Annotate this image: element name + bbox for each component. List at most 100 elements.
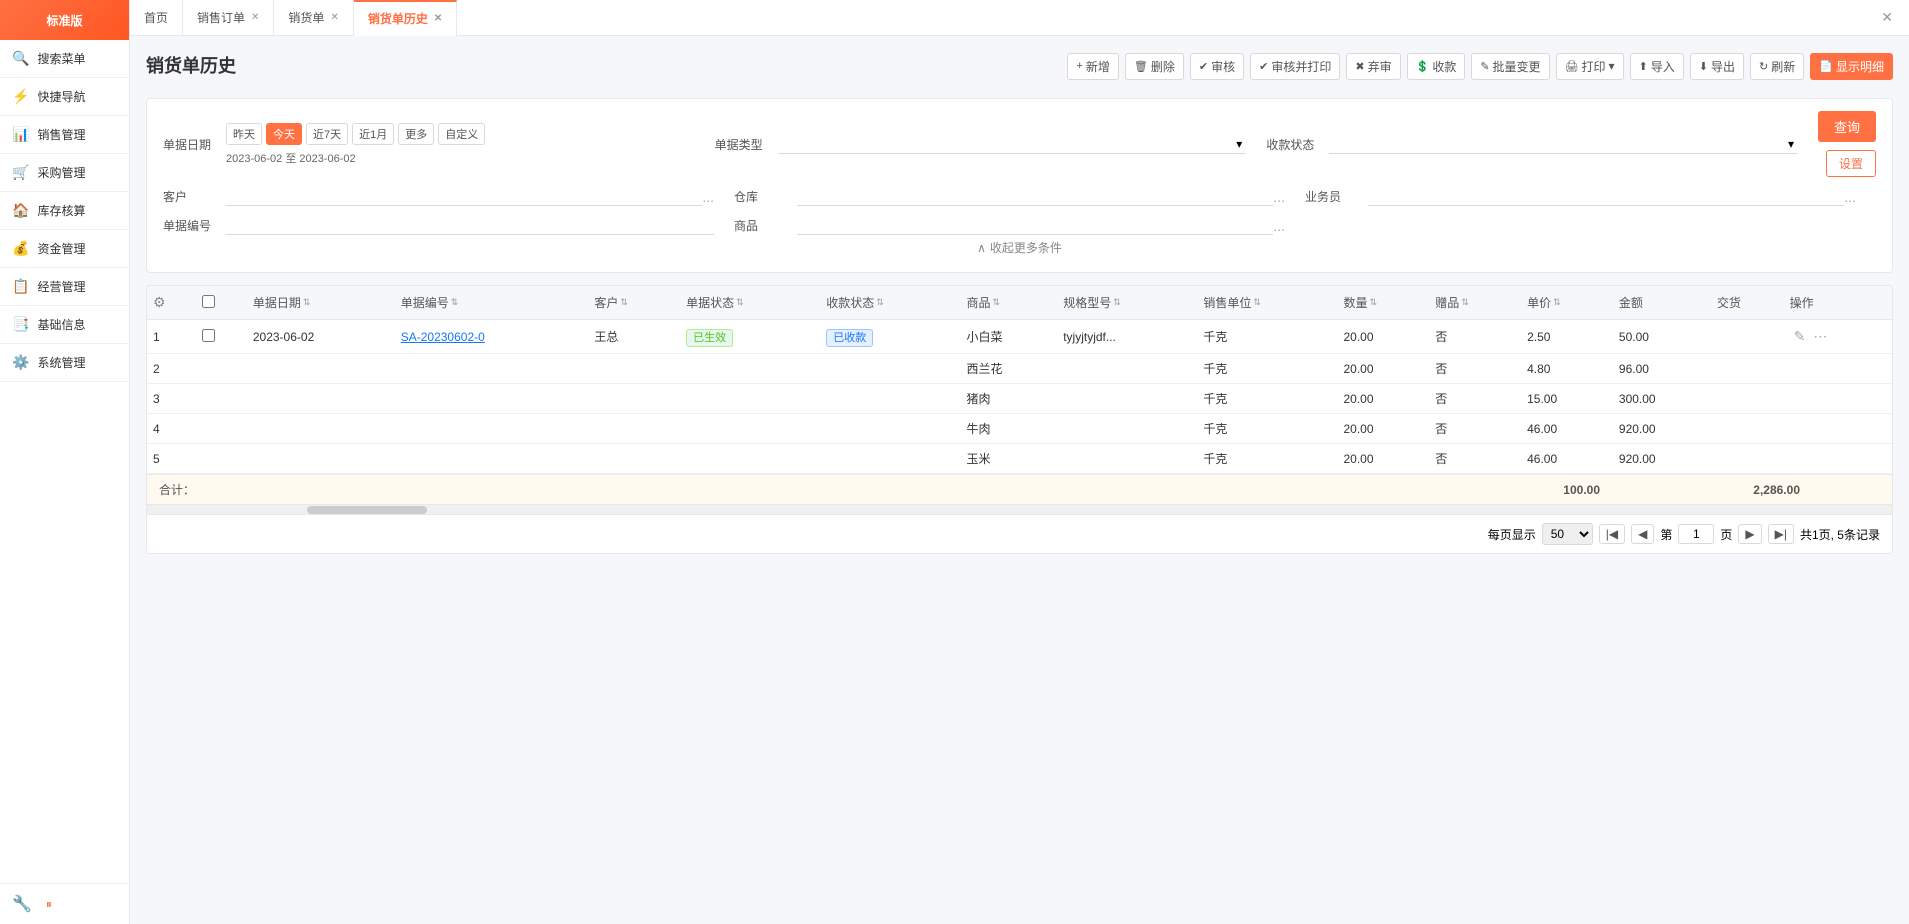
cell-cb-3[interactable] (196, 414, 246, 444)
sidebar-item-sys-mgmt[interactable]: ⚙️ 系统管理 (0, 344, 129, 382)
filter-customer-input[interactable] (226, 187, 702, 206)
cell-gift-0: 否 (1429, 320, 1521, 354)
page-size-select[interactable]: 50 10 20 100 (1542, 523, 1593, 545)
filter-warehouse-input[interactable] (797, 187, 1273, 206)
table-settings-icon[interactable]: ⚙ (153, 294, 166, 310)
sidebar-item-basic-info[interactable]: 📑 基础信息 (0, 306, 129, 344)
pause-icon[interactable]: ⏸ (46, 897, 52, 912)
tab-sales-delivery[interactable]: 销货单 ✕ (274, 0, 353, 36)
receive-button[interactable]: 💲 收款 (1407, 53, 1466, 80)
filter-settings-button[interactable]: 设置 (1826, 150, 1876, 177)
close-sales-order-icon[interactable]: ✕ (251, 12, 259, 23)
goods-dots[interactable]: ... (1273, 218, 1285, 234)
cell-docnum-0[interactable]: SA-20230602-0 (395, 320, 589, 354)
date-btn-today[interactable]: 今天 (266, 123, 302, 145)
print-dropdown-icon: ▾ (1609, 59, 1615, 73)
sidebar-item-finance[interactable]: 💰 资金管理 (0, 230, 129, 268)
settings-bottom-icon[interactable]: 🔧 (12, 894, 32, 914)
col-doc-date[interactable]: 单据日期⇅ (247, 286, 395, 320)
col-spec[interactable]: 规格型号⇅ (1057, 286, 1197, 320)
import-icon: ⬆ (1639, 60, 1648, 73)
cell-actions-4 (1784, 444, 1892, 474)
date-btn-7days[interactable]: 近7天 (306, 123, 348, 145)
cell-docstatus-3 (680, 414, 820, 444)
col-goods[interactable]: 商品⇅ (960, 286, 1057, 320)
review-print-button[interactable]: ✔ 审核并打印 (1250, 53, 1340, 80)
filter-salesperson-input[interactable] (1368, 187, 1844, 206)
filter-receipt-status-select[interactable]: ▾ (1329, 135, 1798, 154)
cell-price-0: 2.50 (1521, 320, 1613, 354)
first-page-button[interactable]: |◀ (1599, 524, 1625, 544)
select-all-checkbox[interactable] (202, 295, 215, 308)
cell-cb-4[interactable] (196, 444, 246, 474)
horizontal-scrollbar[interactable] (147, 504, 1892, 514)
footer-label: 合计： (159, 481, 195, 498)
batch-change-button[interactable]: ✎ 批量变更 (1471, 53, 1549, 80)
delete-button[interactable]: 🗑 删除 (1125, 53, 1184, 80)
date-btn-custom[interactable]: 自定义 (438, 123, 485, 145)
import-button[interactable]: ⬆ 导入 (1630, 53, 1684, 80)
date-btn-yesterday[interactable]: 昨天 (226, 123, 262, 145)
col-gift[interactable]: 赠品⇅ (1429, 286, 1521, 320)
sidebar-operations-label: 经营管理 (37, 278, 85, 295)
filter-doc-type-select[interactable]: ▾ (778, 135, 1247, 154)
col-settings[interactable]: ⚙ (147, 286, 196, 320)
page-size-label: 每页显示 (1488, 526, 1536, 543)
next-page-button[interactable]: ▶ (1738, 524, 1761, 544)
col-customer[interactable]: 客户⇅ (588, 286, 680, 320)
cell-actions-2 (1784, 384, 1892, 414)
discard-button[interactable]: ✖ 弃审 (1346, 53, 1400, 80)
cell-cb-2[interactable] (196, 384, 246, 414)
customer-dots[interactable]: ... (702, 189, 714, 205)
collapse-button[interactable]: ∧ 收起更多条件 (977, 239, 1062, 256)
refresh-button[interactable]: ↻ 刷新 (1750, 53, 1804, 80)
export-button[interactable]: ⬇ 导出 (1690, 53, 1744, 80)
date-btn-1month[interactable]: 近1月 (352, 123, 394, 145)
query-button[interactable]: 查询 (1818, 111, 1876, 142)
review-button[interactable]: ✔ 审核 (1190, 53, 1244, 80)
cell-cb-1[interactable] (196, 354, 246, 384)
filter-doc-number-input[interactable] (226, 216, 714, 235)
finance-icon: 💰 (12, 240, 29, 257)
print-button[interactable]: 🖨 打印 ▾ (1556, 53, 1624, 80)
cell-gift-1: 否 (1429, 354, 1521, 384)
sidebar-item-sales-mgmt[interactable]: 📊 销售管理 (0, 116, 129, 154)
close-sales-history-icon[interactable]: ✕ (434, 13, 442, 24)
cell-price-4: 46.00 (1521, 444, 1613, 474)
col-price[interactable]: 单价⇅ (1521, 286, 1613, 320)
sidebar-item-inventory[interactable]: 🏠 库存核算 (0, 192, 129, 230)
sidebar-item-purchase-mgmt[interactable]: 🛒 采购管理 (0, 154, 129, 192)
sidebar-search[interactable]: 🔍 搜索菜单 (0, 40, 129, 78)
col-receipt-status[interactable]: 收款状态⇅ (820, 286, 960, 320)
col-checkbox[interactable] (196, 286, 246, 320)
cell-transaction-1 (1711, 354, 1784, 384)
salesperson-dots[interactable]: ... (1844, 189, 1856, 205)
add-button[interactable]: + 新增 (1067, 53, 1118, 80)
sidebar-item-quick-nav[interactable]: ⚡ 快捷导航 (0, 78, 129, 116)
show-details-button[interactable]: 📄 显示明细 (1810, 53, 1893, 80)
more-action-btn[interactable]: ⋯ (1809, 326, 1831, 347)
cell-cb-0[interactable] (196, 320, 246, 354)
last-page-button[interactable]: ▶| (1768, 524, 1794, 544)
col-unit[interactable]: 销售单位⇅ (1197, 286, 1337, 320)
current-page-input[interactable] (1678, 524, 1714, 544)
filter-receipt-status-item: 收款状态 ▾ (1266, 135, 1798, 154)
cell-date-4 (247, 444, 395, 474)
col-qty[interactable]: 数量⇅ (1338, 286, 1430, 320)
close-sales-delivery-icon[interactable]: ✕ (330, 12, 338, 23)
col-doc-status[interactable]: 单据状态⇅ (680, 286, 820, 320)
tab-sales-order[interactable]: 销售订单 ✕ (183, 0, 274, 36)
footer-total-qty: 100.00 (1480, 483, 1600, 497)
tab-sales-history[interactable]: 销货单历史 ✕ (354, 0, 457, 36)
close-all-tabs-button[interactable]: ✕ (1873, 9, 1901, 26)
collapse-icon: ∧ (977, 241, 986, 255)
col-doc-number[interactable]: 单据编号⇅ (395, 286, 589, 320)
warehouse-dots[interactable]: ... (1273, 189, 1285, 205)
tab-home[interactable]: 首页 (130, 0, 183, 36)
cell-unit-4: 千克 (1197, 444, 1337, 474)
edit-action-btn[interactable]: ✎ (1790, 326, 1810, 347)
prev-page-button[interactable]: ◀ (1631, 524, 1654, 544)
sidebar-item-operations[interactable]: 📋 经营管理 (0, 268, 129, 306)
date-btn-more[interactable]: 更多 (398, 123, 434, 145)
filter-goods-input[interactable] (797, 216, 1273, 235)
